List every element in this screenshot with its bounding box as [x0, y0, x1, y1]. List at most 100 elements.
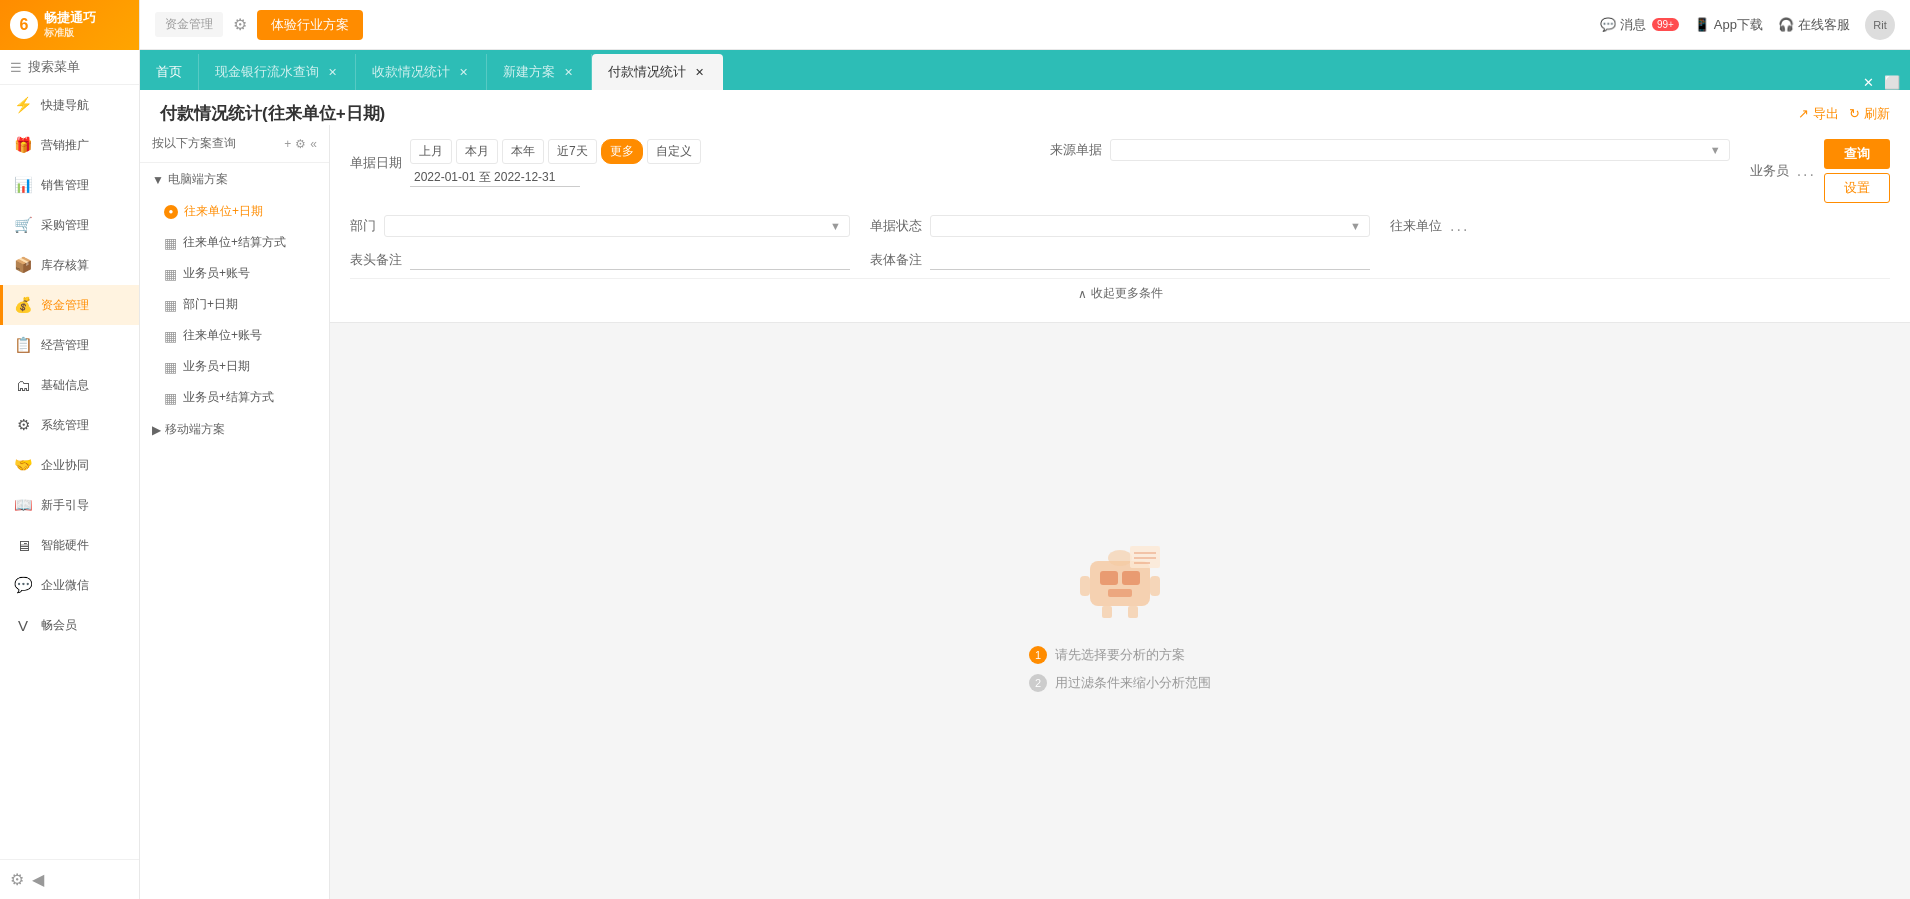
voucher-status-select[interactable]: ▼	[930, 215, 1370, 237]
date-custom-btn[interactable]: 自定义	[647, 139, 701, 164]
sidebar-item-inventory[interactable]: 📦 库存核算	[0, 245, 139, 285]
nav-label-finance: 资金管理	[41, 297, 89, 314]
sidebar-search[interactable]: ☰ 搜索菜单	[0, 50, 139, 85]
nav-icon-operations: 📋	[13, 335, 33, 355]
refresh-btn[interactable]: ↻ 刷新	[1849, 105, 1890, 123]
counterpart-label: 往来单位	[1390, 217, 1442, 235]
svg-point-8	[1108, 550, 1132, 566]
date-options-group: 上月 本月 本年 近7天 更多 自定义	[410, 139, 701, 164]
sidebar-item-wechat[interactable]: 💬 企业微信	[0, 565, 139, 605]
settings-footer-icon[interactable]: ⚙	[10, 870, 24, 889]
nav-label-sales: 销售管理	[41, 177, 89, 194]
date-more-btn[interactable]: 更多	[601, 139, 643, 164]
header-settings-icon[interactable]: ⚙	[233, 15, 247, 34]
scheme-item-icon-unit-date: ●	[164, 205, 178, 219]
tab-close-new-scheme[interactable]: ✕	[561, 65, 575, 79]
scheme-item-unit-settle[interactable]: ▦往来单位+结算方式	[140, 227, 329, 258]
tip-num-1: 1	[1029, 646, 1047, 664]
user-avatar[interactable]: Rit	[1865, 10, 1895, 40]
scheme-item-staff-account[interactable]: ▦ 业务员+账号	[140, 258, 329, 289]
nav-label-enterprise: 企业协同	[41, 457, 89, 474]
date-last-7days-btn[interactable]: 近7天	[548, 139, 597, 164]
sidebar-item-quick-nav[interactable]: ⚡ 快捷导航	[0, 85, 139, 125]
svg-rect-2	[1122, 571, 1140, 585]
sidebar-item-vip[interactable]: V 畅会员	[0, 605, 139, 645]
scheme-item-dept-date[interactable]: ▦部门+日期	[140, 289, 329, 320]
note-header-input[interactable]	[410, 249, 850, 270]
counterpart-dots-btn[interactable]: ...	[1450, 217, 1469, 235]
tab-bank-flow[interactable]: 现金银行流水查询✕	[199, 54, 356, 90]
sidebar-item-marketing[interactable]: 🎁 营销推广	[0, 125, 139, 165]
scheme-item-icon-unit-account: ▦	[164, 328, 177, 344]
tab-payment-stat[interactable]: 付款情况统计✕	[592, 54, 723, 90]
tab-new-scheme[interactable]: 新建方案 ✕	[487, 54, 592, 90]
scheme-group-mobile: ▶移动端方案	[140, 413, 329, 446]
collapse-icon: ∧	[1078, 287, 1087, 301]
user-name: Rit	[1865, 10, 1895, 40]
nav-icon-enterprise: 🤝	[13, 455, 33, 475]
scheme-group-title-pc[interactable]: ▼电脑端方案	[140, 163, 329, 196]
staff-dots-btn[interactable]: ...	[1797, 162, 1816, 180]
message-icon: 💬	[1600, 17, 1616, 32]
sidebar-item-guide[interactable]: 📖 新手引导	[0, 485, 139, 525]
scheme-item-label-unit-settle: 往来单位+结算方式	[183, 234, 286, 251]
scheme-group-title-mobile[interactable]: ▶移动端方案	[140, 413, 329, 446]
tab-receipts-stat[interactable]: 收款情况统计✕	[356, 54, 487, 90]
dept-select[interactable]: ▼	[384, 215, 850, 237]
sidebar-item-sales[interactable]: 📊 销售管理	[0, 165, 139, 205]
scheme-settings-btn[interactable]: ⚙	[295, 137, 306, 151]
tab-close-bank-flow[interactable]: ✕	[325, 65, 339, 79]
filter-form: 单据日期 上月 本月 本年 近7天 更多 自定义	[330, 125, 1910, 323]
scheme-add-btn[interactable]: +	[284, 137, 291, 151]
sidebar-item-finance[interactable]: 💰 资金管理	[0, 285, 139, 325]
content-body: 按以下方案查询 + ⚙ « ▼电脑端方案●往来单位+日期▦往来单位+结算方式▦业…	[140, 125, 1910, 899]
trial-btn[interactable]: 体验行业方案	[257, 10, 363, 40]
sidebar-item-hardware[interactable]: 🖥 智能硬件	[0, 525, 139, 565]
page-header: 付款情况统计(往来单位+日期) ↗ 导出 ↻ 刷新	[140, 90, 1910, 125]
scheme-item-label-staff-account: 业务员+账号	[183, 265, 250, 282]
nav-icon-purchase: 🛒	[13, 215, 33, 235]
tip-num-2: 2	[1029, 674, 1047, 692]
query-btn[interactable]: 查询	[1824, 139, 1890, 169]
tab-home[interactable]: 首页	[140, 54, 199, 90]
nav-icon-vip: V	[13, 615, 33, 635]
settings-btn[interactable]: 设置	[1824, 173, 1890, 203]
export-btn[interactable]: ↗ 导出	[1798, 105, 1839, 123]
scheme-item-icon-dept-date: ▦	[164, 297, 177, 313]
nav-icon-finance: 💰	[13, 295, 33, 315]
messages-btn[interactable]: 💬 消息 99+	[1600, 16, 1679, 34]
tab-close-payment-stat[interactable]: ✕	[692, 65, 706, 79]
sidebar-item-basic-info[interactable]: 🗂 基础信息	[0, 365, 139, 405]
scheme-item-unit-date[interactable]: ●往来单位+日期	[140, 196, 329, 227]
date-this-year-btn[interactable]: 本年	[502, 139, 544, 164]
date-range-input[interactable]	[410, 168, 580, 187]
app-download-btn[interactable]: 📱 App下载	[1694, 16, 1763, 34]
sidebar-item-system[interactable]: ⚙ 系统管理	[0, 405, 139, 445]
source-select[interactable]: ▼	[1110, 139, 1730, 161]
voucher-status-label: 单据状态	[870, 217, 922, 235]
scheme-item-unit-account[interactable]: ▦往来单位+账号	[140, 320, 329, 351]
date-this-month-btn[interactable]: 本月	[456, 139, 498, 164]
sidebar-footer: ⚙ ◀	[0, 859, 139, 899]
scheme-collapse-btn[interactable]: «	[310, 137, 317, 151]
close-all-icon[interactable]: ✕	[1863, 75, 1874, 90]
sidebar-item-operations[interactable]: 📋 经营管理	[0, 325, 139, 365]
search-icon: ☰	[10, 60, 22, 75]
collapse-sidebar-icon[interactable]: ◀	[32, 870, 44, 889]
scheme-item-icon-staff-account: ▦	[164, 266, 177, 282]
scheme-item-staff-settle[interactable]: ▦业务员+结算方式	[140, 382, 329, 413]
tab-close-receipts-stat[interactable]: ✕	[456, 65, 470, 79]
scheme-panel-header: 按以下方案查询 + ⚙ «	[140, 125, 329, 163]
sidebar-item-purchase[interactable]: 🛒 采购管理	[0, 205, 139, 245]
restore-icon[interactable]: ⬜	[1884, 75, 1900, 90]
collapse-filter-btn[interactable]: ∧ 收起更多条件	[350, 278, 1890, 308]
svg-rect-3	[1108, 589, 1132, 597]
scheme-item-staff-date[interactable]: ▦业务员+日期	[140, 351, 329, 382]
note-body-input[interactable]	[930, 249, 1370, 270]
sidebar-item-enterprise[interactable]: 🤝 企业协同	[0, 445, 139, 485]
online-service-btn[interactable]: 🎧 在线客服	[1778, 16, 1850, 34]
source-label: 来源单据	[1050, 141, 1102, 159]
nav-icon-basic-info: 🗂	[13, 375, 33, 395]
date-last-month-btn[interactable]: 上月	[410, 139, 452, 164]
tab-label-new-scheme: 新建方案	[503, 63, 555, 81]
